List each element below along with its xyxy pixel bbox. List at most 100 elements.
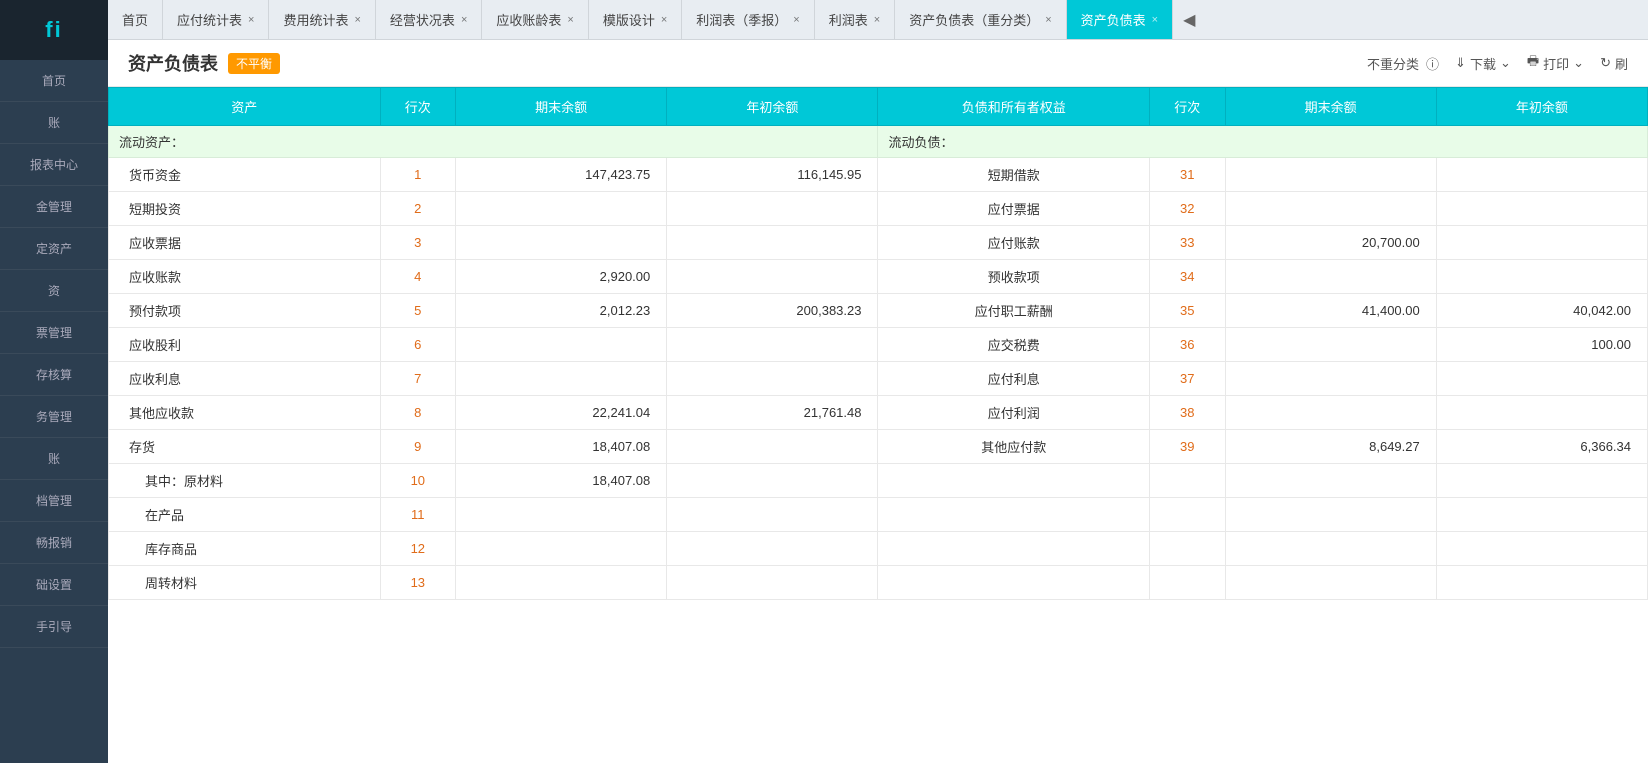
left-asset-name[interactable]: 在产品 (109, 498, 381, 532)
left-asset-name[interactable]: 应收股利 (109, 328, 381, 362)
left-asset-name[interactable]: 其中：原材料 (109, 464, 381, 498)
right-liability-name[interactable] (878, 498, 1150, 532)
sidebar-item-basic-settings[interactable]: 础设置 (0, 564, 108, 606)
section-header-current-assets: 流动资产： 流动负债： (109, 126, 1648, 158)
sidebar-item-ledger[interactable]: 账 (0, 438, 108, 480)
tab-profit-quarterly[interactable]: 利润表（季报） × (682, 0, 814, 40)
left-begin-balance: 21,761.48 (667, 396, 878, 430)
tab-profit[interactable]: 利润表 × (815, 0, 895, 40)
left-asset-name[interactable]: 库存商品 (109, 532, 381, 566)
tab-receivable-aging[interactable]: 应收账龄表 × (482, 0, 588, 40)
sidebar-item-affairs-mgmt[interactable]: 务管理 (0, 396, 108, 438)
right-liability-name[interactable]: 应付票据 (878, 192, 1150, 226)
left-row-num: 10 (380, 464, 455, 498)
left-asset-name[interactable]: 应收票据 (109, 226, 381, 260)
tab-balance-reclassify[interactable]: 资产负债表（重分类） × (895, 0, 1066, 40)
col-header-row-num-right: 行次 (1150, 88, 1225, 126)
tab-close-profit[interactable]: × (874, 14, 880, 26)
balance-sheet-table: 资产 行次 期末余额 年初余额 负债和所有者权益 行次 期末余额 年初余额 流动… (108, 87, 1648, 600)
tab-close-operation-status[interactable]: × (461, 14, 467, 26)
download-btn[interactable]: ⇓ 下载 ⌄ (1455, 54, 1511, 73)
right-liability-name[interactable] (878, 566, 1150, 600)
right-begin-balance (1436, 566, 1647, 600)
left-row-num: 1 (380, 158, 455, 192)
tab-template-design[interactable]: 模版设计 × (589, 0, 682, 40)
left-end-balance: 22,241.04 (456, 396, 667, 430)
left-asset-name[interactable]: 应收账款 (109, 260, 381, 294)
right-liability-name[interactable] (878, 532, 1150, 566)
left-asset-name[interactable]: 短期投资 (109, 192, 381, 226)
table-row: 货币资金 1 147,423.75 116,145.95 短期借款 31 (109, 158, 1648, 192)
tab-expense-stats[interactable]: 费用统计表 × (269, 0, 375, 40)
left-asset-name[interactable]: 周转材料 (109, 566, 381, 600)
sidebar-item-ticket-mgmt[interactable]: 票管理 (0, 312, 108, 354)
sidebar-item-fixed-assets[interactable]: 定资产 (0, 228, 108, 270)
left-row-num: 9 (380, 430, 455, 464)
header-actions: 不重分类 ⓘ ⇓ 下载 ⌄ 🖶 打印 ⌄ ↻ 刷 (1367, 52, 1628, 74)
right-row-num: 39 (1150, 430, 1225, 464)
sidebar-item-report-center[interactable]: 报表中心 (0, 144, 108, 186)
table-row: 其中：原材料 10 18,407.08 (109, 464, 1648, 498)
sidebar-item-archive-mgmt[interactable]: 档管理 (0, 480, 108, 522)
right-begin-balance (1436, 396, 1647, 430)
left-asset-name[interactable]: 其他应收款 (109, 396, 381, 430)
tab-close-profit-quarterly[interactable]: × (793, 14, 799, 26)
right-liability-name[interactable]: 应付利润 (878, 396, 1150, 430)
tab-close-template-design[interactable]: × (661, 14, 667, 26)
sidebar-item-inventory-acct[interactable]: 存核算 (0, 354, 108, 396)
left-asset-name[interactable]: 预付款项 (109, 294, 381, 328)
right-end-balance (1225, 362, 1436, 396)
unbalanced-badge: 不平衡 (228, 53, 280, 74)
print-btn[interactable]: 🖶 打印 ⌄ (1527, 52, 1584, 74)
sidebar-item-home[interactable]: 首页 (0, 60, 108, 102)
col-header-liability: 负债和所有者权益 (878, 88, 1150, 126)
tab-more-button[interactable]: ◀ (1173, 0, 1205, 40)
left-begin-balance (667, 566, 878, 600)
left-begin-balance (667, 464, 878, 498)
refresh-btn[interactable]: ↻ 刷 (1600, 54, 1628, 73)
tab-close-balance-reclassify[interactable]: × (1045, 14, 1051, 26)
left-end-balance (456, 328, 667, 362)
right-end-balance (1225, 396, 1436, 430)
tab-close-payable-stats[interactable]: × (248, 14, 254, 26)
left-end-balance (456, 532, 667, 566)
right-liability-name[interactable]: 预收款项 (878, 260, 1150, 294)
col-header-begin-balance-left: 年初余额 (667, 88, 878, 126)
tab-home[interactable]: 首页 (108, 0, 163, 40)
left-begin-balance (667, 328, 878, 362)
left-asset-name[interactable]: 货币资金 (109, 158, 381, 192)
left-begin-balance (667, 192, 878, 226)
tab-operation-status[interactable]: 经营状况表 × (376, 0, 482, 40)
right-end-balance (1225, 328, 1436, 362)
sidebar-item-account[interactable]: 账 (0, 102, 108, 144)
no-reclassify-btn[interactable]: 不重分类 ⓘ (1367, 54, 1439, 73)
left-row-num: 6 (380, 328, 455, 362)
right-row-num (1150, 464, 1225, 498)
right-liability-name[interactable]: 应付职工薪酬 (878, 294, 1150, 328)
sidebar-item-cash-mgmt[interactable]: 金管理 (0, 186, 108, 228)
table-header-row: 资产 行次 期末余额 年初余额 负债和所有者权益 行次 期末余额 年初余额 (109, 88, 1648, 126)
left-begin-balance (667, 226, 878, 260)
page-title-area: 资产负债表 不平衡 (128, 50, 280, 76)
sidebar-item-guide[interactable]: 手引导 (0, 606, 108, 648)
sidebar-item-expense-report[interactable]: 畅报销 (0, 522, 108, 564)
right-liability-name[interactable] (878, 464, 1150, 498)
sidebar-item-resource[interactable]: 资 (0, 270, 108, 312)
right-liability-name[interactable]: 应付利息 (878, 362, 1150, 396)
tab-bar: 首页 应付统计表 × 费用统计表 × 经营状况表 × 应收账龄表 × 模版设计 … (108, 0, 1648, 40)
page-title: 资产负债表 (128, 50, 218, 76)
right-liability-name[interactable]: 短期借款 (878, 158, 1150, 192)
right-begin-balance: 40,042.00 (1436, 294, 1647, 328)
tab-balance-sheet[interactable]: 资产负债表 × (1067, 0, 1173, 40)
tab-close-balance-sheet[interactable]: × (1152, 14, 1158, 26)
left-asset-name[interactable]: 存货 (109, 430, 381, 464)
tab-payable-stats[interactable]: 应付统计表 × (163, 0, 269, 40)
right-liability-name[interactable]: 其他应付款 (878, 430, 1150, 464)
left-asset-name[interactable]: 应收利息 (109, 362, 381, 396)
right-liability-name[interactable]: 应付账款 (878, 226, 1150, 260)
tab-close-expense-stats[interactable]: × (354, 14, 360, 26)
left-begin-balance (667, 430, 878, 464)
right-liability-name[interactable]: 应交税费 (878, 328, 1150, 362)
tab-close-receivable-aging[interactable]: × (567, 14, 573, 26)
section-label-assets: 流动资产： (109, 126, 878, 158)
